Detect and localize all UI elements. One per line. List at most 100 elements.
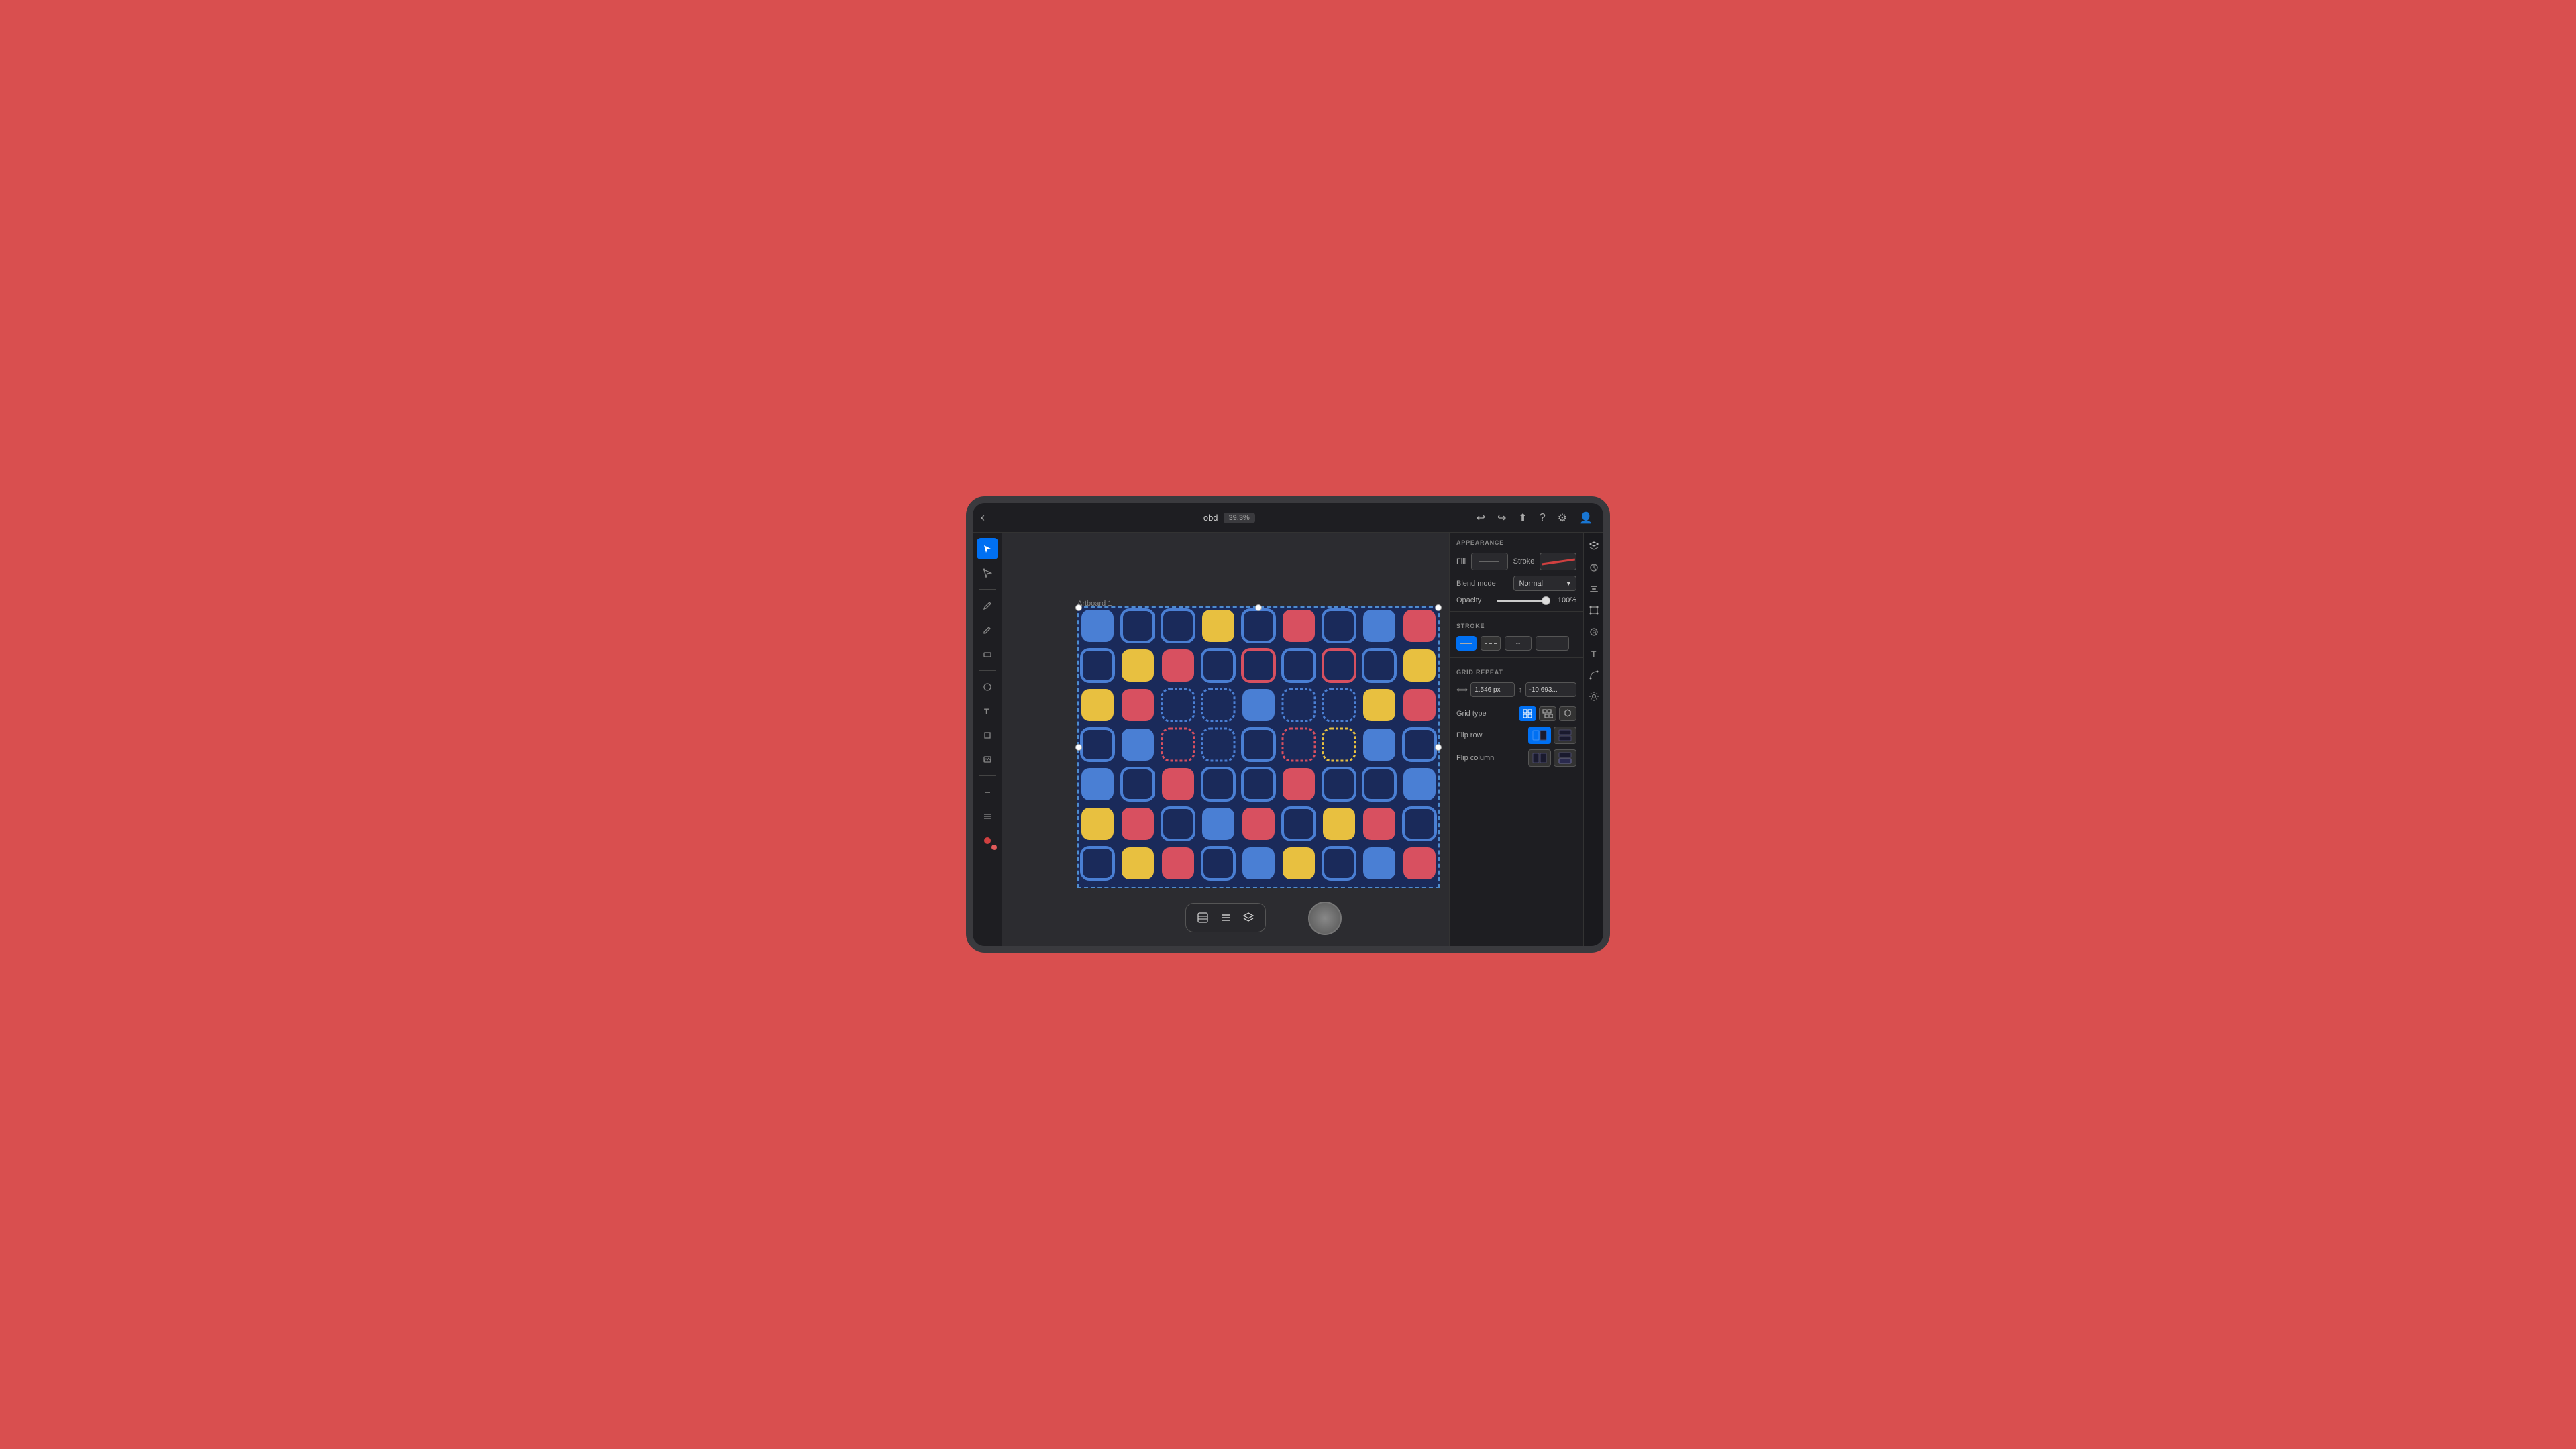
main-area: T Artboard 1 <box>973 533 1603 946</box>
redo-button[interactable]: ↪ <box>1495 508 1509 527</box>
zoom-level[interactable]: 39.3% <box>1224 513 1255 523</box>
opacity-slider-track[interactable] <box>1497 600 1546 602</box>
fill-dash <box>1479 561 1499 562</box>
bottom-toolbar <box>1185 903 1266 932</box>
blend-mode-select[interactable]: Normal ▾ <box>1513 576 1577 591</box>
image-tool-button[interactable] <box>977 749 998 770</box>
back-button[interactable]: ‹ <box>981 511 985 525</box>
doc-title: obd <box>1203 513 1218 523</box>
undo-button[interactable]: ↩ <box>1474 508 1488 527</box>
stroke-swatch[interactable] <box>1540 553 1576 570</box>
list-view-button[interactable] <box>1216 908 1236 928</box>
pencil-tool-button[interactable] <box>977 619 998 641</box>
appearance-section-header: APPEARANCE <box>1450 533 1583 550</box>
pen-tool-button[interactable] <box>977 595 998 616</box>
grid-width-row: ⟺ 1.546 px ↕ -10.693... <box>1456 682 1576 697</box>
share-button[interactable]: ⬆ <box>1515 508 1529 527</box>
left-toolbar: T <box>973 533 1002 946</box>
stroke-label: Stroke <box>1513 557 1535 566</box>
blend-mode-label: Blend mode <box>1456 580 1508 588</box>
stack-view-button[interactable] <box>1238 908 1258 928</box>
direct-select-tool-button[interactable] <box>977 562 998 584</box>
opacity-slider-fill <box>1497 600 1546 602</box>
stroke-value-box[interactable]: -- <box>1505 636 1532 651</box>
flip-row-vertical-button[interactable] <box>1554 727 1576 744</box>
pattern-svg <box>1077 606 1440 888</box>
flip-column-vertical-button[interactable] <box>1554 749 1576 767</box>
opacity-row: Opacity 100% <box>1450 594 1583 607</box>
chevron-down-icon: ▾ <box>1566 579 1570 588</box>
grid-type-offset-button[interactable] <box>1539 706 1556 721</box>
top-bar-right: ↩ ↪ ⬆ ? ⚙ 👤 <box>1474 508 1595 527</box>
tool-divider-3 <box>979 775 996 776</box>
fill-swatch[interactable] <box>1471 553 1508 570</box>
right-panel: APPEARANCE Fill Stroke Blend mode Normal… <box>1449 533 1583 946</box>
grid-repeat-section: ⟺ 1.546 px ↕ -10.693... <box>1450 680 1583 704</box>
width-icon: ⟺ <box>1456 685 1468 694</box>
flip-column-horizontal-button[interactable] <box>1528 749 1551 767</box>
grid-width-input[interactable]: 1.546 px <box>1470 682 1514 697</box>
type-panel-button[interactable]: T <box>1586 645 1602 661</box>
tool-divider-1 <box>979 589 996 590</box>
grid-height-input[interactable]: -10.693... <box>1525 682 1577 697</box>
fill-stroke-row: Fill Stroke <box>1450 550 1583 573</box>
stroke-solid-button[interactable] <box>1456 636 1477 651</box>
grid-height-input-group: ↕ -10.693... <box>1519 682 1577 697</box>
flip-column-row: Flip column <box>1450 747 1583 769</box>
flip-row-buttons <box>1528 727 1576 744</box>
ellipse-tool-button[interactable] <box>977 676 998 698</box>
settings-button[interactable]: ⚙ <box>1555 508 1570 527</box>
stroke-section-header: STROKE <box>1450 616 1583 633</box>
text-tool-button[interactable]: T <box>977 700 998 722</box>
grid-width-input-group: ⟺ 1.546 px <box>1456 682 1515 697</box>
section-divider-1 <box>1450 611 1583 612</box>
select-tool-button[interactable] <box>977 538 998 559</box>
stroke-dashed-button[interactable] <box>1481 636 1501 651</box>
grid-type-hex-button[interactable] <box>1559 706 1576 721</box>
grid-repeat-section-header: GRID REPEAT <box>1450 662 1583 680</box>
opacity-slider-thumb[interactable] <box>1542 596 1550 605</box>
symbol-panel-button[interactable]: R <box>1586 624 1602 640</box>
canvas-area[interactable]: Artboard 1 <box>1002 533 1449 946</box>
svg-text:R: R <box>1592 629 1597 636</box>
path-panel-button[interactable] <box>1586 667 1602 683</box>
color-tool-button[interactable] <box>977 830 998 851</box>
crop-tool-button[interactable] <box>977 724 998 746</box>
panel-icons: R T <box>1583 533 1603 946</box>
eraser-tool-button[interactable] <box>977 643 998 665</box>
flip-row-row: Flip row <box>1450 724 1583 747</box>
grid-type-label: Grid type <box>1456 710 1515 718</box>
transform-panel-button[interactable] <box>1586 602 1602 619</box>
align-panel-button[interactable] <box>1586 581 1602 597</box>
flip-column-buttons <box>1528 749 1576 767</box>
settings-panel-button[interactable] <box>1586 688 1602 704</box>
flip-column-label: Flip column <box>1456 754 1524 762</box>
stroke-line <box>1542 558 1575 565</box>
joystick[interactable] <box>1308 902 1342 935</box>
align-tool-button[interactable] <box>977 806 998 827</box>
grid-type-square-button[interactable] <box>1519 706 1536 721</box>
stroke-dashed-line <box>1485 643 1497 644</box>
section-divider-2 <box>1450 657 1583 658</box>
stroke-options-row: -- <box>1450 633 1583 653</box>
top-bar: ‹ obd 39.3% ↩ ↪ ⬆ ? ⚙ 👤 <box>973 503 1603 533</box>
layers-panel-button[interactable] <box>1586 538 1602 554</box>
flip-row-horizontal-button[interactable] <box>1528 727 1551 744</box>
opacity-label: Opacity <box>1456 596 1490 604</box>
tool-divider-2 <box>979 670 996 671</box>
top-bar-center: obd 39.3% <box>1203 513 1255 523</box>
flip-row-label: Flip row <box>1456 731 1524 739</box>
top-bar-left: ‹ <box>981 511 985 525</box>
stroke-extra-value-box[interactable] <box>1536 636 1569 651</box>
grid-type-row: Grid type <box>1450 704 1583 724</box>
appearance-panel-button[interactable] <box>1586 559 1602 576</box>
opacity-value: 100% <box>1553 596 1576 604</box>
layers-view-button[interactable] <box>1193 908 1213 928</box>
tablet-frame: ‹ obd 39.3% ↩ ↪ ⬆ ? ⚙ 👤 <box>966 496 1610 953</box>
help-button[interactable]: ? <box>1537 509 1548 527</box>
profile-button[interactable]: 👤 <box>1576 508 1595 527</box>
minus-tool-button[interactable] <box>977 782 998 803</box>
pattern-container <box>1077 606 1440 888</box>
blend-mode-value: Normal <box>1519 580 1543 588</box>
grid-type-buttons <box>1519 706 1576 721</box>
